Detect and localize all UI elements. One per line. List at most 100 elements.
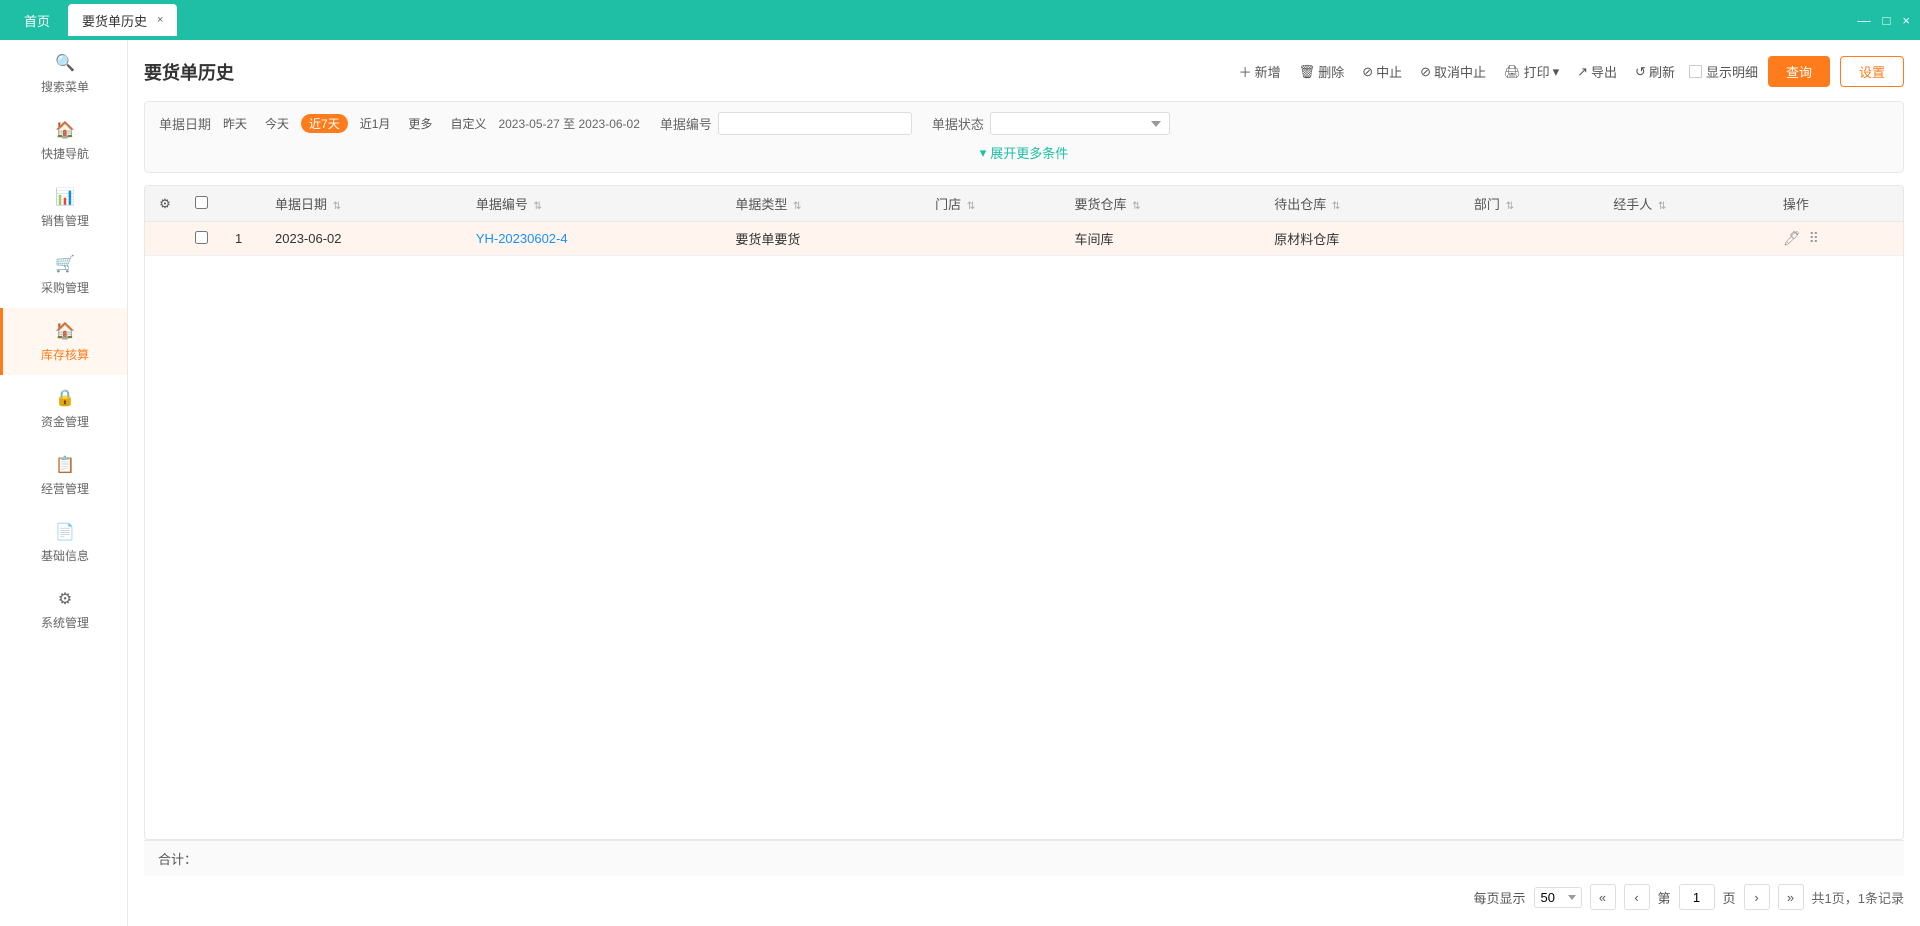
col-dept[interactable]: 部门 ⇅: [1464, 186, 1603, 222]
page-size-select[interactable]: 10 20 50 100: [1534, 887, 1582, 908]
print-button[interactable]: 🖨 打印 ▾: [1500, 60, 1563, 83]
col-dept-label: 部门: [1474, 197, 1500, 212]
delete-icon: 🗑: [1299, 64, 1316, 80]
new-button[interactable]: ＋ 新增: [1235, 60, 1285, 83]
col-date[interactable]: 单据日期 ⇅: [265, 186, 466, 222]
search-menu-icon: 🔍: [54, 52, 76, 74]
stop-icon: ⊘: [1362, 64, 1373, 80]
sidebar-item-sales[interactable]: 📊 销售管理: [0, 174, 127, 241]
window-maximize[interactable]: □: [1883, 13, 1891, 28]
operations-icon: 📋: [54, 454, 76, 476]
select-all-checkbox[interactable]: [195, 196, 208, 209]
col-handler[interactable]: 经手人 ⇅: [1603, 186, 1773, 222]
cancel-stop-button[interactable]: ⊘ 取消中止: [1416, 60, 1490, 83]
tab-bar: 首页 要货单历史 ×: [10, 4, 1858, 36]
main-layout: 🔍 搜索菜单 🏠 快捷导航 📊 销售管理 🛒 采购管理 🏠 库存核算 🔒 资金管…: [0, 40, 1920, 926]
row-date: 2023-06-02: [265, 222, 466, 256]
next-page-btn[interactable]: ›: [1744, 884, 1770, 910]
tab-yaohuodan[interactable]: 要货单历史 ×: [68, 4, 177, 36]
export-icon: ↗: [1577, 64, 1588, 80]
export-button[interactable]: ↗ 导出: [1573, 60, 1621, 83]
row-checkbox-cell: [185, 222, 225, 256]
tab-home[interactable]: 首页: [10, 4, 64, 36]
sidebar-label-inventory: 库存核算: [41, 346, 89, 363]
col-doc-no[interactable]: 单据编号 ⇅: [466, 186, 726, 222]
prev-page-btn[interactable]: ‹: [1624, 884, 1650, 910]
settings-button[interactable]: 设置: [1840, 56, 1904, 87]
table-row: 1 2023-06-02 YH-20230602-4 要货单要货 车间库 原材料…: [145, 222, 1903, 256]
sidebar-item-inventory[interactable]: 🏠 库存核算: [0, 308, 127, 375]
row-req-warehouse: 车间库: [1064, 222, 1264, 256]
display-detail-checkbox[interactable]: [1689, 65, 1702, 78]
col-doc-type-label: 单据类型: [735, 197, 787, 212]
refresh-icon: ↺: [1635, 64, 1646, 80]
page-header: 要货单历史 ＋ 新增 🗑 删除 ⊘ 中止 ⊘ 取消中止: [144, 56, 1904, 87]
sidebar-label-finance: 资金管理: [41, 413, 89, 430]
new-icon: ＋: [1239, 62, 1252, 81]
row-edit-icon[interactable]: 🖊: [1783, 230, 1801, 247]
sales-icon: 📊: [54, 186, 76, 208]
col-store[interactable]: 门店 ⇅: [925, 186, 1064, 222]
doc-status-select[interactable]: [990, 112, 1170, 135]
tab-close-icon[interactable]: ×: [157, 14, 163, 26]
window-minimize[interactable]: —: [1858, 13, 1871, 28]
refresh-button[interactable]: ↺ 刷新: [1631, 60, 1679, 83]
expand-more[interactable]: ▾ 展开更多条件: [159, 143, 1889, 162]
sidebar: 🔍 搜索菜单 🏠 快捷导航 📊 销售管理 🛒 采购管理 🏠 库存核算 🔒 资金管…: [0, 40, 128, 926]
row-doc-type: 要货单要货: [725, 222, 925, 256]
sidebar-item-operations[interactable]: 📋 经营管理: [0, 442, 127, 509]
tab-yaohuodan-label: 要货单历史: [82, 11, 147, 30]
doc-no-input[interactable]: [718, 112, 912, 135]
sidebar-label-operations: 经营管理: [41, 480, 89, 497]
row-store: [925, 222, 1064, 256]
delete-button[interactable]: 🗑 删除: [1295, 60, 1349, 83]
window-close[interactable]: ×: [1902, 13, 1910, 28]
sort-doc-type-icon: ⇅: [793, 201, 801, 212]
new-label: 新增: [1255, 62, 1281, 81]
row-doc-no-link[interactable]: YH-20230602-4: [476, 231, 568, 246]
date-btn-custom[interactable]: 自定义: [444, 114, 492, 133]
filter-row-1: 单据日期 昨天 今天 近7天 近1月 更多 自定义 2023-05-27 至 2…: [159, 112, 1889, 135]
data-table: ⚙ 单据日期 ⇅ 单据编号 ⇅: [145, 186, 1903, 256]
row-settings-cell: [145, 222, 185, 256]
display-detail-toggle[interactable]: 显示明细: [1689, 62, 1758, 81]
date-btn-today[interactable]: 今天: [259, 114, 295, 133]
sidebar-item-system[interactable]: ⚙ 系统管理: [0, 576, 127, 643]
quick-nav-icon: 🏠: [54, 119, 76, 141]
row-checkbox[interactable]: [195, 231, 208, 244]
col-date-label: 单据日期: [275, 197, 327, 212]
export-label: 导出: [1591, 62, 1617, 81]
row-more-icon[interactable]: ⠿: [1809, 230, 1819, 247]
page-number-input[interactable]: [1679, 884, 1715, 910]
col-pending-warehouse[interactable]: 待出仓库 ⇅: [1264, 186, 1464, 222]
sidebar-item-purchase[interactable]: 🛒 采购管理: [0, 241, 127, 308]
row-pending-warehouse: 原材料仓库: [1264, 222, 1464, 256]
last-page-btn[interactable]: »: [1778, 884, 1804, 910]
first-page-btn[interactable]: «: [1590, 884, 1616, 910]
table-body: 1 2023-06-02 YH-20230602-4 要货单要货 车间库 原材料…: [145, 222, 1903, 256]
system-icon: ⚙: [54, 588, 76, 610]
date-btn-1month[interactable]: 近1月: [354, 114, 397, 133]
date-btn-yesterday[interactable]: 昨天: [217, 114, 253, 133]
query-button[interactable]: 查询: [1768, 56, 1830, 87]
inventory-icon: 🏠: [54, 320, 76, 342]
col-num: [225, 186, 265, 222]
sidebar-item-base-info[interactable]: 📄 基础信息: [0, 509, 127, 576]
print-arrow-icon: ▾: [1553, 64, 1560, 80]
col-checkbox: [185, 186, 225, 222]
page-title: 要货单历史: [144, 59, 234, 85]
stop-button[interactable]: ⊘ 中止: [1358, 60, 1406, 83]
col-req-warehouse[interactable]: 要货仓库 ⇅: [1064, 186, 1264, 222]
sidebar-item-search-menu[interactable]: 🔍 搜索菜单: [0, 40, 127, 107]
date-btn-7days[interactable]: 近7天: [301, 114, 348, 133]
toolbar: ＋ 新增 🗑 删除 ⊘ 中止 ⊘ 取消中止 🖨 打印: [1235, 56, 1904, 87]
sidebar-item-quick-nav[interactable]: 🏠 快捷导航: [0, 107, 127, 174]
col-settings[interactable]: ⚙: [145, 186, 185, 222]
col-doc-type[interactable]: 单据类型 ⇅: [725, 186, 925, 222]
display-detail-label: 显示明细: [1706, 62, 1758, 81]
date-options: 昨天 今天 近7天 近1月 更多 自定义: [217, 114, 492, 133]
date-btn-more[interactable]: 更多: [402, 114, 438, 133]
sidebar-item-finance[interactable]: 🔒 资金管理: [0, 375, 127, 442]
row-action-cell: 🖊 ⠿: [1773, 222, 1903, 256]
doc-status-filter: 单据状态: [932, 112, 1170, 135]
